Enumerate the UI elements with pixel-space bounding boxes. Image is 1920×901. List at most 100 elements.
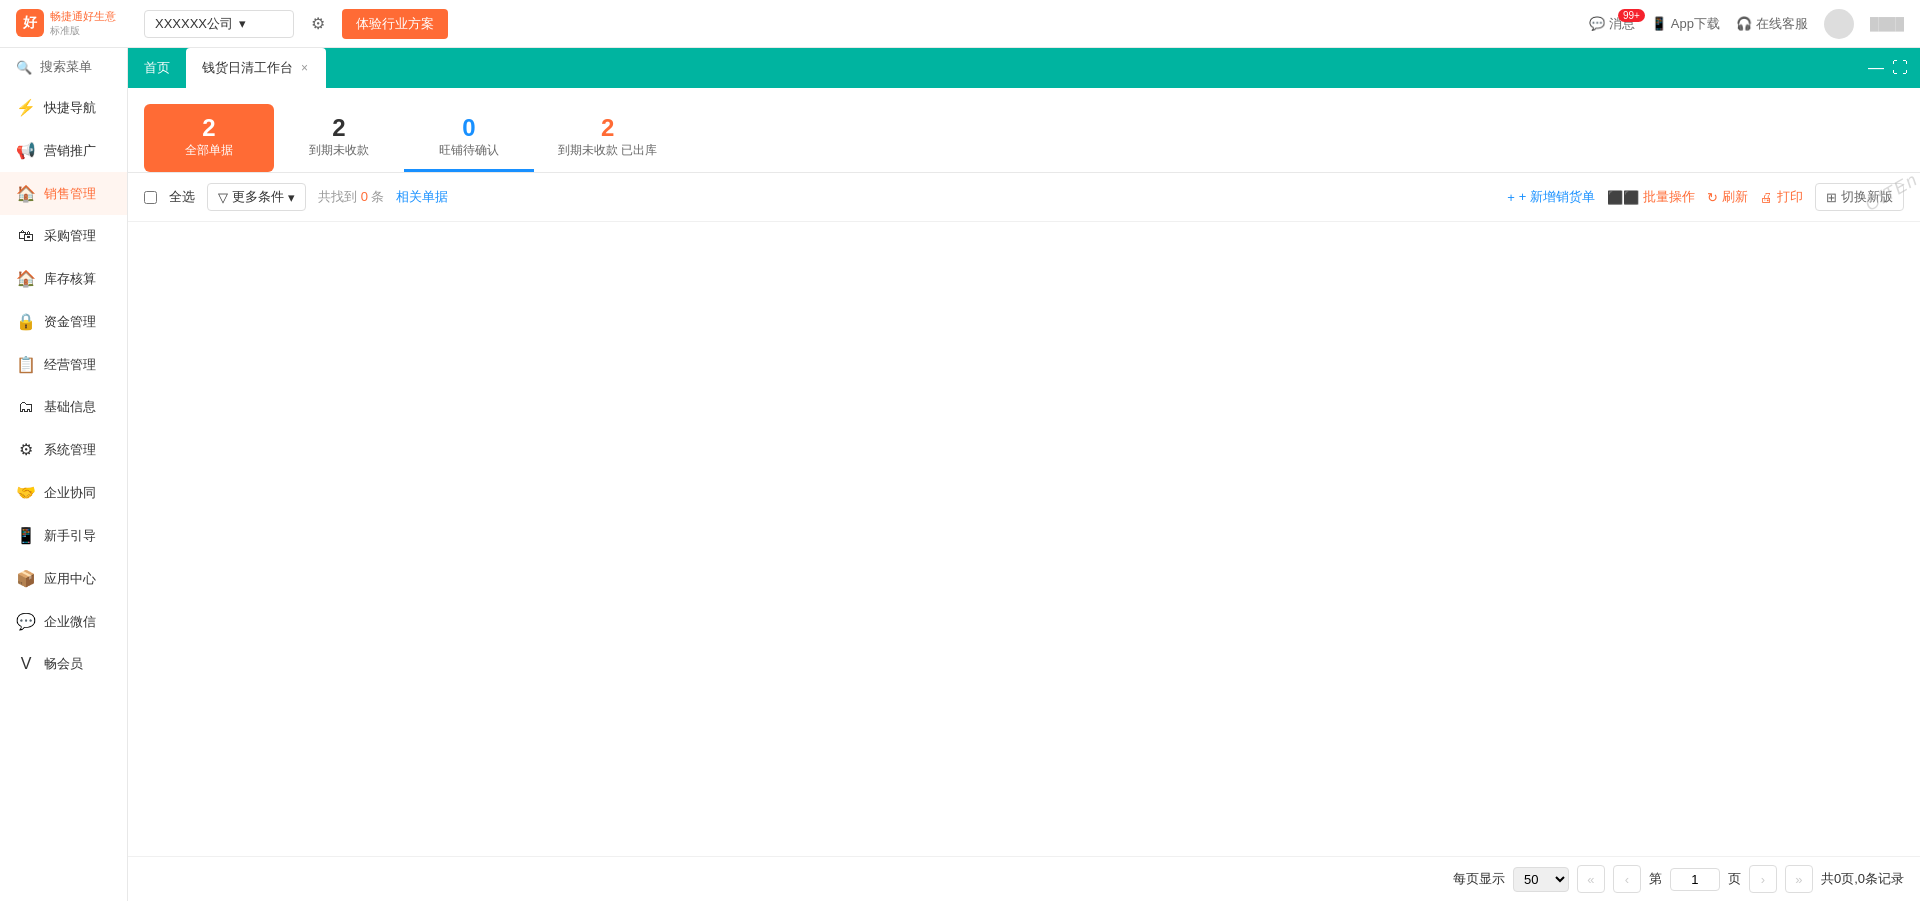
sales-icon: 🏠 xyxy=(16,184,36,203)
stat-pending[interactable]: 0 旺铺待确认 xyxy=(404,104,534,172)
last-page-btn[interactable]: » xyxy=(1785,865,1813,893)
header-right-area: 💬 消息 99+ 📱 App下载 🎧 在线客服 ████ xyxy=(1589,9,1904,39)
sidebar: 🔍 搜索菜单 ⚡ 快捷导航 📢 营销推广 🏠 销售管理 🛍 采购管理 🏠 库存核… xyxy=(0,48,128,901)
page-input[interactable] xyxy=(1670,868,1720,891)
print-btn[interactable]: 🖨 打印 xyxy=(1760,188,1803,206)
stat-overdue-label: 到期未收款 xyxy=(298,142,380,159)
sidebar-item-guide[interactable]: 📱 新手引导 xyxy=(0,514,127,557)
page-size-select[interactable]: 50 100 200 xyxy=(1513,867,1569,892)
new-sale-btn[interactable]: + + 新增销货单 xyxy=(1507,188,1595,206)
app-download-btn[interactable]: 📱 App下载 xyxy=(1651,15,1720,33)
switch-icon: ⊞ xyxy=(1826,190,1837,205)
sidebar-item-purchase[interactable]: 🛍 采购管理 xyxy=(0,215,127,257)
last-page-icon: » xyxy=(1795,872,1802,887)
tab-close-icon[interactable]: × xyxy=(299,59,310,77)
search-label: 搜索菜单 xyxy=(40,58,92,76)
app-center-icon: 📦 xyxy=(16,569,36,588)
select-all-label: 全选 xyxy=(169,188,195,206)
logo-title: 畅捷通好生意 xyxy=(50,9,116,23)
basic-info-icon: 🗂 xyxy=(16,398,36,416)
app-icon: 📱 xyxy=(1651,16,1667,31)
sidebar-label-enterprise: 企业协同 xyxy=(44,484,96,502)
first-page-btn[interactable]: « xyxy=(1577,865,1605,893)
filter-btn[interactable]: ▽ 更多条件 ▾ xyxy=(207,183,306,211)
sidebar-label-weixin: 企业微信 xyxy=(44,613,96,631)
page-label-end: 页 xyxy=(1728,870,1741,888)
user-name-placeholder: ████ xyxy=(1870,17,1904,31)
company-dropdown-icon: ▾ xyxy=(239,16,246,31)
sidebar-label-guide: 新手引导 xyxy=(44,527,96,545)
batch-btn[interactable]: ⬛⬛ 批量操作 xyxy=(1607,188,1695,206)
batch-icon: ⬛⬛ xyxy=(1607,190,1639,205)
stats-row: 2 全部单据 2 到期未收款 0 旺铺待确认 2 到期未收款 已出库 xyxy=(128,88,1920,173)
new-sale-label: + 新增销货单 xyxy=(1519,188,1595,206)
filter-label: 更多条件 xyxy=(232,188,284,206)
message-badge: 99+ xyxy=(1618,9,1645,22)
sidebar-item-sys-mgmt[interactable]: ⚙ 系统管理 xyxy=(0,428,127,471)
service-btn[interactable]: 🎧 在线客服 xyxy=(1736,15,1808,33)
count-unit: 条 xyxy=(371,189,384,204)
filter-dropdown-icon: ▾ xyxy=(288,190,295,205)
company-selector[interactable]: XXXXXX公司 ▾ xyxy=(144,10,294,38)
sidebar-label-member: 畅会员 xyxy=(44,655,83,673)
sidebar-label-app-center: 应用中心 xyxy=(44,570,96,588)
sidebar-label-quick-nav: 快捷导航 xyxy=(44,99,96,117)
first-page-icon: « xyxy=(1587,872,1594,887)
sidebar-item-operations[interactable]: 📋 经营管理 xyxy=(0,343,127,386)
toolbar: 全选 ▽ 更多条件 ▾ 共找到 0 条 相关单据 + + 新增销货单 ⬛⬛ 批量… xyxy=(128,173,1920,222)
sidebar-item-enterprise[interactable]: 🤝 企业协同 xyxy=(0,471,127,514)
weixin-icon: 💬 xyxy=(16,612,36,631)
sidebar-label-purchase: 采购管理 xyxy=(44,227,96,245)
tabs-actions: — ⛶ xyxy=(1856,59,1920,77)
refresh-icon: ↻ xyxy=(1707,190,1718,205)
sidebar-item-finance[interactable]: 🔒 资金管理 xyxy=(0,300,127,343)
marketing-icon: 📢 xyxy=(16,141,36,160)
settings-icon[interactable]: ⚙ xyxy=(302,8,334,40)
sidebar-item-basic-info[interactable]: 🗂 基础信息 xyxy=(0,386,127,428)
print-label: 打印 xyxy=(1777,188,1803,206)
content-wrap: 2 全部单据 2 到期未收款 0 旺铺待确认 2 到期未收款 已出库 全选 ▽ … xyxy=(128,88,1920,901)
stat-overdue-shipped-num: 2 xyxy=(558,114,657,142)
stat-overdue[interactable]: 2 到期未收款 xyxy=(274,104,404,172)
sidebar-search[interactable]: 🔍 搜索菜单 xyxy=(0,48,127,86)
stat-overdue-shipped-label: 到期未收款 已出库 xyxy=(558,142,657,159)
sidebar-item-quick-nav[interactable]: ⚡ 快捷导航 xyxy=(0,86,127,129)
message-btn[interactable]: 💬 消息 99+ xyxy=(1589,15,1635,33)
tab-minimize-icon[interactable]: — xyxy=(1868,59,1884,77)
stat-all[interactable]: 2 全部单据 xyxy=(144,104,274,172)
total-text: 共0页,0条记录 xyxy=(1821,870,1904,888)
avatar[interactable] xyxy=(1824,9,1854,39)
select-all-checkbox[interactable] xyxy=(144,191,157,204)
sidebar-item-inventory[interactable]: 🏠 库存核算 xyxy=(0,257,127,300)
toolbar-right: + + 新增销货单 ⬛⬛ 批量操作 ↻ 刷新 🖨 打印 ⊞ 切换新版 xyxy=(1507,183,1904,211)
sidebar-item-member[interactable]: V 畅会员 xyxy=(0,643,127,685)
prev-page-icon: ‹ xyxy=(1625,872,1629,887)
page-label: 第 xyxy=(1649,870,1662,888)
prev-page-btn[interactable]: ‹ xyxy=(1613,865,1641,893)
tab-maximize-icon[interactable]: ⛶ xyxy=(1892,59,1908,77)
sidebar-item-app-center[interactable]: 📦 应用中心 xyxy=(0,557,127,600)
logo-area: 好 畅捷通好生意 标准版 xyxy=(16,9,144,37)
enterprise-icon: 🤝 xyxy=(16,483,36,502)
experience-btn[interactable]: 体验行业方案 xyxy=(342,9,448,39)
sidebar-item-weixin[interactable]: 💬 企业微信 xyxy=(0,600,127,643)
guide-icon: 📱 xyxy=(16,526,36,545)
stat-overdue-shipped[interactable]: 2 到期未收款 已出库 xyxy=(534,104,681,172)
search-icon: 🔍 xyxy=(16,60,32,75)
stat-pending-label: 旺铺待确认 xyxy=(428,142,510,159)
refresh-btn[interactable]: ↻ 刷新 xyxy=(1707,188,1748,206)
operations-icon: 📋 xyxy=(16,355,36,374)
next-page-btn[interactable]: › xyxy=(1749,865,1777,893)
tab-home[interactable]: 首页 xyxy=(128,48,186,88)
finance-icon: 🔒 xyxy=(16,312,36,331)
related-link[interactable]: 相关单据 xyxy=(396,188,448,206)
sidebar-item-marketing[interactable]: 📢 营销推广 xyxy=(0,129,127,172)
count-value: 0 xyxy=(361,189,368,204)
switch-btn[interactable]: ⊞ 切换新版 xyxy=(1815,183,1904,211)
sidebar-item-sales[interactable]: 🏠 销售管理 xyxy=(0,172,127,215)
member-icon: V xyxy=(16,655,36,673)
sidebar-label-sales: 销售管理 xyxy=(44,185,96,203)
stat-all-label: 全部单据 xyxy=(168,142,250,159)
tab-workbench[interactable]: 钱货日清工作台 × xyxy=(186,48,326,88)
sidebar-label-marketing: 营销推广 xyxy=(44,142,96,160)
